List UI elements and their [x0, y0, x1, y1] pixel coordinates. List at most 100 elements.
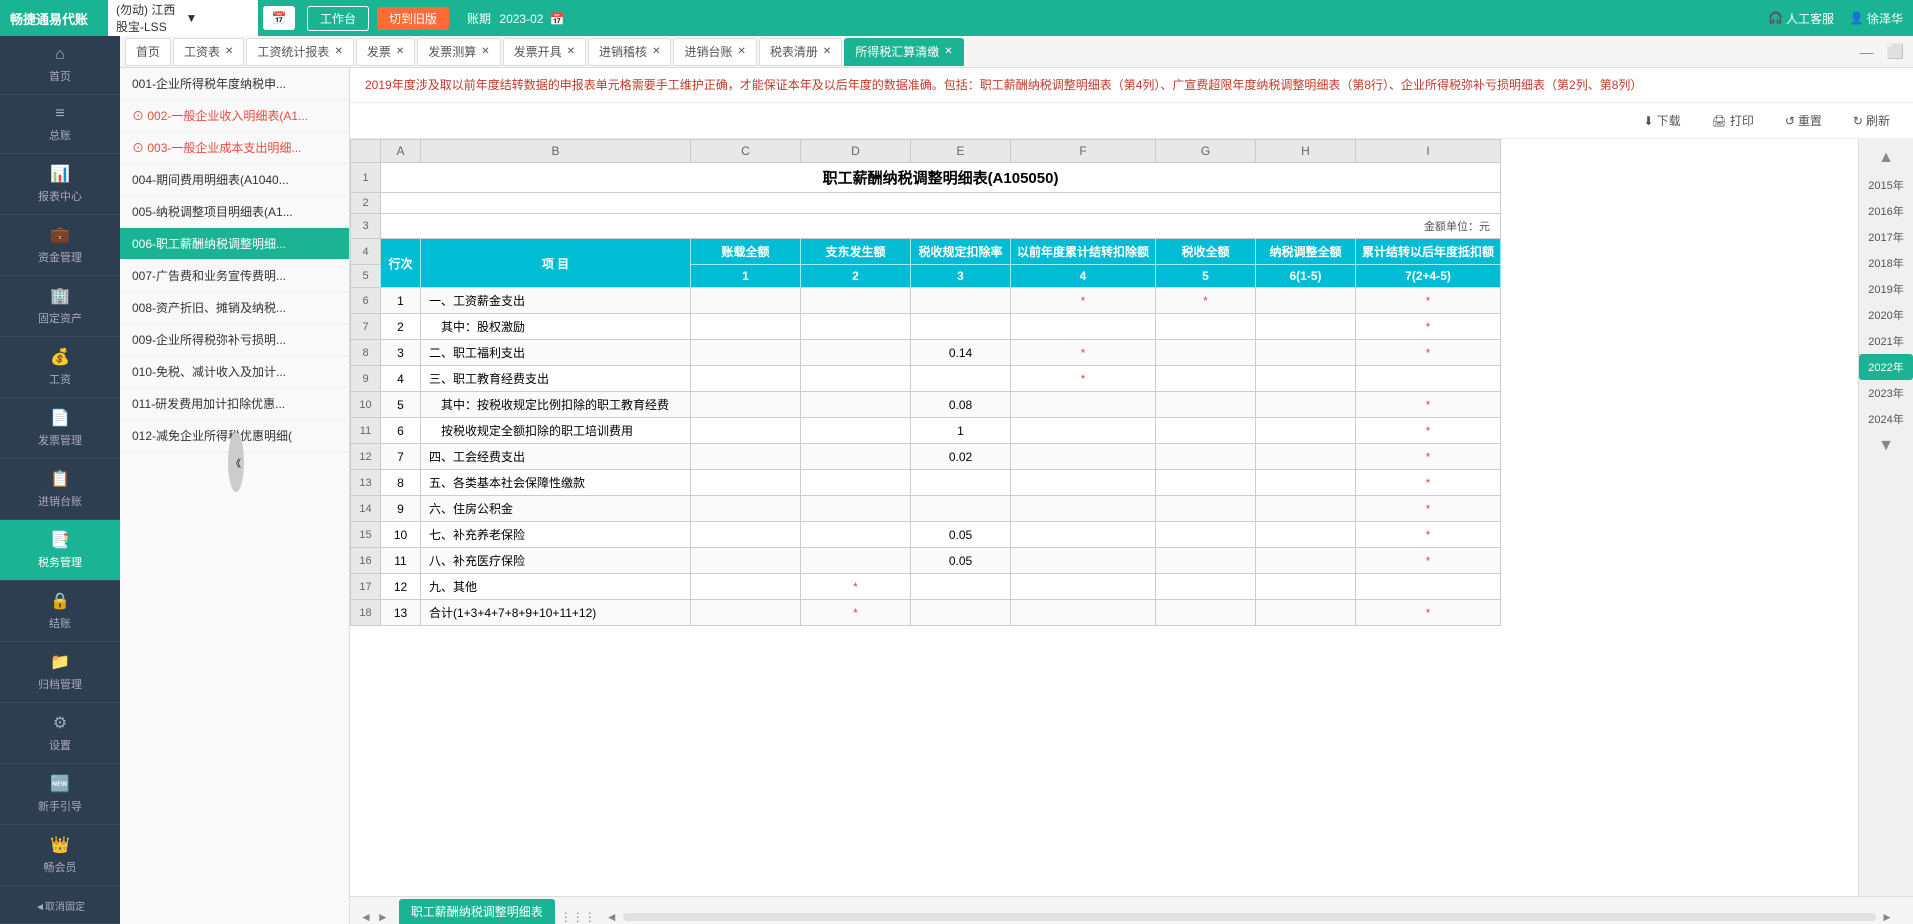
horizontal-scrollbar[interactable]: [623, 913, 1876, 921]
sidebar-label-fixed: 固定资产: [38, 310, 82, 326]
company-selector[interactable]: (勿动) 江西股宝-LSS ▼: [108, 0, 258, 38]
sidebar-item-settings[interactable]: ⚙ 设置: [0, 703, 120, 764]
sidebar-item-guide[interactable]: 🆕 新手引导: [0, 764, 120, 825]
tab-invoice-open[interactable]: 发票开具 ✕: [503, 38, 586, 66]
unpin-button[interactable]: ◄取消固定: [0, 888, 120, 924]
sheet-tab-label: 职工薪酬纳税调整明细表: [411, 905, 543, 919]
tab-tax-clear[interactable]: 税表清册 ✕: [759, 38, 842, 66]
scroll-right-icon[interactable]: ►: [1881, 910, 1893, 924]
table-row: 12 7 四、工会经费支出 0.02: [351, 444, 1501, 470]
user-menu[interactable]: 👤 徐泽华: [1849, 10, 1903, 27]
sidebar-item-tax[interactable]: 📑 税务管理: [0, 520, 120, 581]
form-item-010[interactable]: 010-免税、减计收入及加计...: [120, 356, 349, 388]
form-item-001[interactable]: 001-企业所得税年度纳税申...: [120, 68, 349, 100]
scroll-left-icon[interactable]: ◄: [606, 910, 618, 924]
tab-invoice-close[interactable]: ✕: [396, 46, 404, 57]
year-nav-2018[interactable]: 2018年: [1859, 250, 1913, 276]
year-nav-up[interactable]: ▲: [1873, 144, 1899, 172]
tab-payroll-close[interactable]: ✕: [225, 46, 233, 57]
year-nav-2017[interactable]: 2017年: [1859, 224, 1913, 250]
col-b-header: B: [421, 140, 691, 163]
sidebar-item-vip[interactable]: 👑 畅会员: [0, 825, 120, 886]
calendar-icon[interactable]: 📅: [263, 6, 295, 30]
workbench-button[interactable]: 工作台: [307, 6, 369, 31]
year-nav-2015[interactable]: 2015年: [1859, 172, 1913, 198]
settings-icon: ⚙: [53, 713, 67, 733]
vip-icon: 👑: [50, 835, 70, 855]
sidebar-item-fixed-asset[interactable]: 🏢 固定资产: [0, 276, 120, 337]
sheet-tab-main[interactable]: 职工薪酬纳税调整明细表: [399, 899, 555, 924]
reset-button[interactable]: ↺ 重置: [1777, 109, 1830, 132]
spreadsheet-main[interactable]: A B C D E F G H I: [350, 139, 1858, 896]
tab-tax-clear-close[interactable]: ✕: [823, 46, 831, 57]
period-calendar-icon[interactable]: 📅: [550, 12, 565, 26]
sidebar-item-salary[interactable]: 💰 工资: [0, 337, 120, 398]
form-item-009[interactable]: 009-企业所得税弥补亏损明...: [120, 324, 349, 356]
sidebar-item-archive[interactable]: 📁 归档管理: [0, 642, 120, 703]
minimize-button[interactable]: —: [1856, 41, 1878, 62]
year-nav-2024[interactable]: 2024年: [1859, 406, 1913, 432]
year-nav-2023[interactable]: 2023年: [1859, 380, 1913, 406]
sidebar-item-asset-mgmt[interactable]: 💼 资金管理: [0, 215, 120, 276]
tab-invoice-open-close[interactable]: ✕: [567, 46, 575, 57]
tab-invoice-calc-close[interactable]: ✕: [481, 46, 489, 57]
form-item-011[interactable]: 011-研发费用加计扣除优惠...: [120, 388, 349, 420]
sidebar: ⌂ 首页 ≡ 总账 📊 报表中心 💼 资金管理 🏢 固定资产 💰 工资: [0, 36, 120, 924]
year-nav-2016[interactable]: 2016年: [1859, 198, 1913, 224]
col4-subheader: 4: [1011, 265, 1156, 288]
sheet-nav-next[interactable]: ►: [377, 910, 389, 924]
download-button[interactable]: ⬇ 下载: [1636, 109, 1689, 132]
chevron-down-icon: ▼: [186, 11, 251, 25]
form-item-003[interactable]: 003-一般企业成本支出明细...: [120, 132, 349, 164]
tab-payroll-label: 工资表: [184, 43, 220, 60]
sidebar-label-archive: 归档管理: [38, 676, 82, 692]
form-item-005[interactable]: 005-纳税调整项目明细表(A1...: [120, 196, 349, 228]
sheet-nav-prev[interactable]: ◄: [360, 910, 372, 924]
sidebar-item-home[interactable]: ⌂ 首页: [0, 36, 120, 95]
tab-home[interactable]: 首页: [125, 38, 171, 66]
refresh-icon: ↻: [1853, 114, 1863, 128]
tab-import-ledger[interactable]: 进销台账 ✕: [673, 38, 756, 66]
sheet-nav-left: ◄ ►: [360, 910, 389, 924]
year-nav-2021[interactable]: 2021年: [1859, 328, 1913, 354]
col3-subheader: 3: [911, 265, 1011, 288]
panel-collapse-button[interactable]: 《: [228, 432, 244, 492]
year-nav-2020[interactable]: 2020年: [1859, 302, 1913, 328]
table-row: 13 8 五、各类基本社会保障性缴款: [351, 470, 1501, 496]
form-item-006[interactable]: 006-职工薪酬纳税调整明细...: [120, 228, 349, 260]
form-item-008[interactable]: 008-资产折旧、摊销及纳税...: [120, 292, 349, 324]
year-nav-2019[interactable]: 2019年: [1859, 276, 1913, 302]
year-nav-down[interactable]: ▼: [1873, 432, 1899, 460]
support-link[interactable]: 🎧 人工客服: [1768, 10, 1834, 27]
sidebar-item-sales[interactable]: 📋 进销台账: [0, 459, 120, 520]
form-item-002[interactable]: 002-一般企业收入明细表(A1...: [120, 100, 349, 132]
sidebar-item-invoice[interactable]: 📄 发票管理: [0, 398, 120, 459]
bottom-tabs: ◄ ► 职工薪酬纳税调整明细表 ⋮⋮⋮ ◄ ►: [350, 896, 1913, 924]
unit-label: 金额单位：元: [381, 214, 1501, 239]
year-nav-2022[interactable]: 2022年: [1859, 354, 1913, 380]
header-row-1: 4 行次 项 目 账载全额 支东发生额 税收规定扣除率 以前年度累计结转扣除额 …: [351, 239, 1501, 265]
sidebar-item-report[interactable]: 📊 报表中心: [0, 154, 120, 215]
print-button[interactable]: 🖨 打印: [1704, 109, 1762, 132]
refresh-button[interactable]: ↻ 刷新: [1845, 109, 1898, 132]
maximize-button[interactable]: ⬜: [1883, 41, 1908, 62]
tab-import-ledger-close[interactable]: ✕: [737, 46, 745, 57]
tab-import-check-close[interactable]: ✕: [652, 46, 660, 57]
tab-invoice-calc[interactable]: 发票测算 ✕: [417, 38, 500, 66]
archive-icon: 📁: [50, 652, 70, 672]
tab-payroll-stats[interactable]: 工资统计报表 ✕: [246, 38, 353, 66]
tab-invoice[interactable]: 发票 ✕: [356, 38, 415, 66]
tab-income-tax[interactable]: 所得税汇算清缴 ✕: [844, 38, 963, 66]
form-item-007[interactable]: 007-广告费和业务宣传费明...: [120, 260, 349, 292]
form-item-004[interactable]: 004-期间费用明细表(A1040...: [120, 164, 349, 196]
switch-version-button[interactable]: 切到旧版: [377, 7, 449, 30]
tab-income-tax-label: 所得税汇算清缴: [855, 43, 939, 60]
tab-import-check[interactable]: 进销稽核 ✕: [588, 38, 671, 66]
tab-income-tax-close[interactable]: ✕: [944, 46, 952, 57]
sidebar-item-ledger[interactable]: ≡ 总账: [0, 95, 120, 154]
sidebar-item-close[interactable]: 🔒 结账: [0, 581, 120, 642]
toolbar: ⬇ 下载 🖨 打印 ↺ 重置 ↻ 刷新: [350, 103, 1913, 139]
sheet-options-icon[interactable]: ⋮⋮⋮: [560, 910, 596, 924]
tab-payroll[interactable]: 工资表 ✕: [173, 38, 244, 66]
tab-payroll-stats-close[interactable]: ✕: [334, 46, 342, 57]
